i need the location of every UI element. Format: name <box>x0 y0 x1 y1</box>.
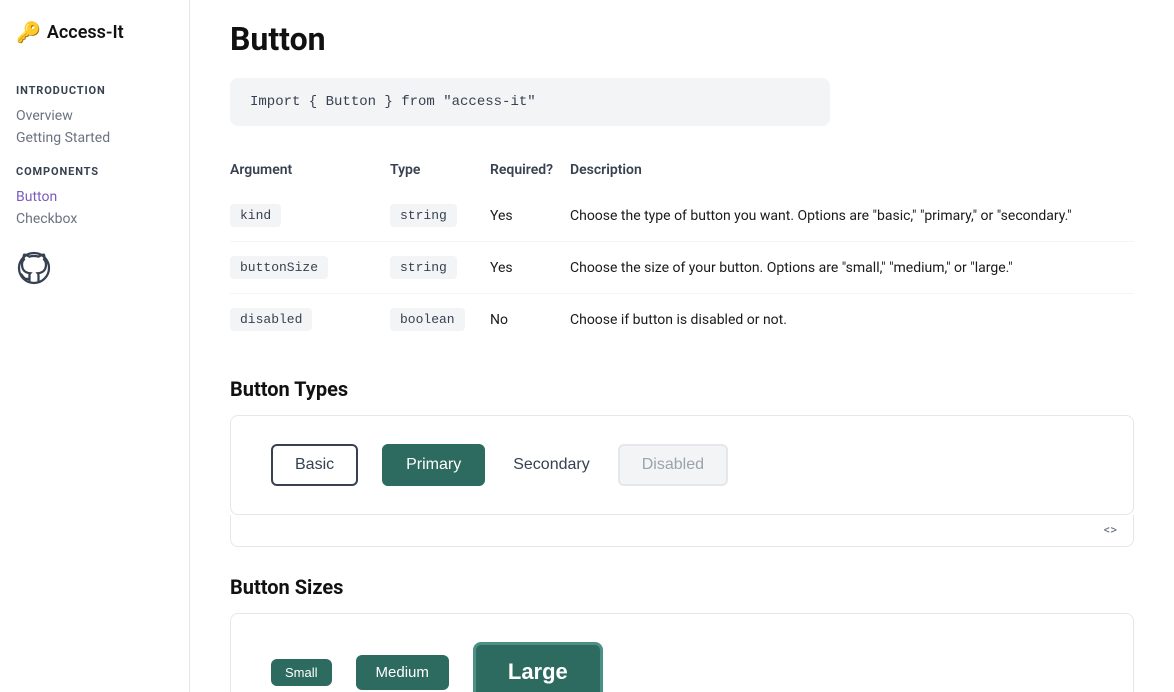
desc-buttonsize: Choose the size of your button. Options … <box>570 242 1134 294</box>
large-button[interactable]: Large <box>473 642 603 692</box>
primary-button[interactable]: Primary <box>382 444 485 486</box>
medium-button[interactable]: Medium <box>356 655 449 690</box>
main-content: Button Import { Button } from "access-it… <box>190 0 1174 692</box>
import-code-block: Import { Button } from "access-it" <box>230 78 830 126</box>
logo-text: Access-It <box>47 22 124 43</box>
button-types-section: Button Types Basic Primary Secondary Dis… <box>230 377 1134 547</box>
code-toggle-icon[interactable]: <> <box>1104 523 1117 538</box>
required-buttonsize: Yes <box>490 242 570 294</box>
sidebar-section-components: COMPONENTS <box>16 165 173 178</box>
sidebar-section-introduction: INTRODUCTION <box>16 84 173 97</box>
table-row: disabled boolean No Choose if button is … <box>230 294 1134 346</box>
sidebar: 🔑 Access-It INTRODUCTION Overview Gettin… <box>0 0 190 692</box>
required-kind: Yes <box>490 190 570 242</box>
disabled-button: Disabled <box>618 444 728 486</box>
required-disabled: No <box>490 294 570 346</box>
type-kind: string <box>390 204 457 227</box>
button-sizes-demo-box: Small Medium Large <box>230 613 1134 692</box>
button-types-title: Button Types <box>230 377 1134 401</box>
sidebar-link-getting-started[interactable]: Getting Started <box>16 127 173 149</box>
arg-buttonsize: buttonSize <box>230 256 328 279</box>
github-icon[interactable] <box>16 250 52 286</box>
table-header-required: Required? <box>490 154 570 190</box>
button-types-demo-footer: <> <box>230 515 1134 547</box>
button-types-demo-box: Basic Primary Secondary Disabled <box>230 415 1134 515</box>
props-table: Argument Type Required? Description kind… <box>230 154 1134 345</box>
type-disabled: boolean <box>390 308 465 331</box>
secondary-button[interactable]: Secondary <box>509 446 594 484</box>
button-sizes-title: Button Sizes <box>230 575 1134 599</box>
desc-kind: Choose the type of button you want. Opti… <box>570 190 1134 242</box>
basic-button[interactable]: Basic <box>271 444 358 486</box>
button-sizes-section: Button Sizes Small Medium Large <> <box>230 575 1134 692</box>
table-row: buttonSize string Yes Choose the size of… <box>230 242 1134 294</box>
table-row: kind string Yes Choose the type of butto… <box>230 190 1134 242</box>
sidebar-link-button[interactable]: Button <box>16 186 173 208</box>
logo-icon: 🔑 <box>16 20 41 44</box>
type-buttonsize: string <box>390 256 457 279</box>
sidebar-link-checkbox[interactable]: Checkbox <box>16 208 173 230</box>
table-header-type: Type <box>390 154 490 190</box>
small-button[interactable]: Small <box>271 659 332 686</box>
logo: 🔑 Access-It <box>16 20 173 44</box>
table-header-argument: Argument <box>230 154 390 190</box>
page-title: Button <box>230 20 1134 58</box>
arg-disabled: disabled <box>230 308 312 331</box>
arg-kind: kind <box>230 204 281 227</box>
table-header-description: Description <box>570 154 1134 190</box>
desc-disabled: Choose if button is disabled or not. <box>570 294 1134 346</box>
sidebar-link-overview[interactable]: Overview <box>16 105 173 127</box>
